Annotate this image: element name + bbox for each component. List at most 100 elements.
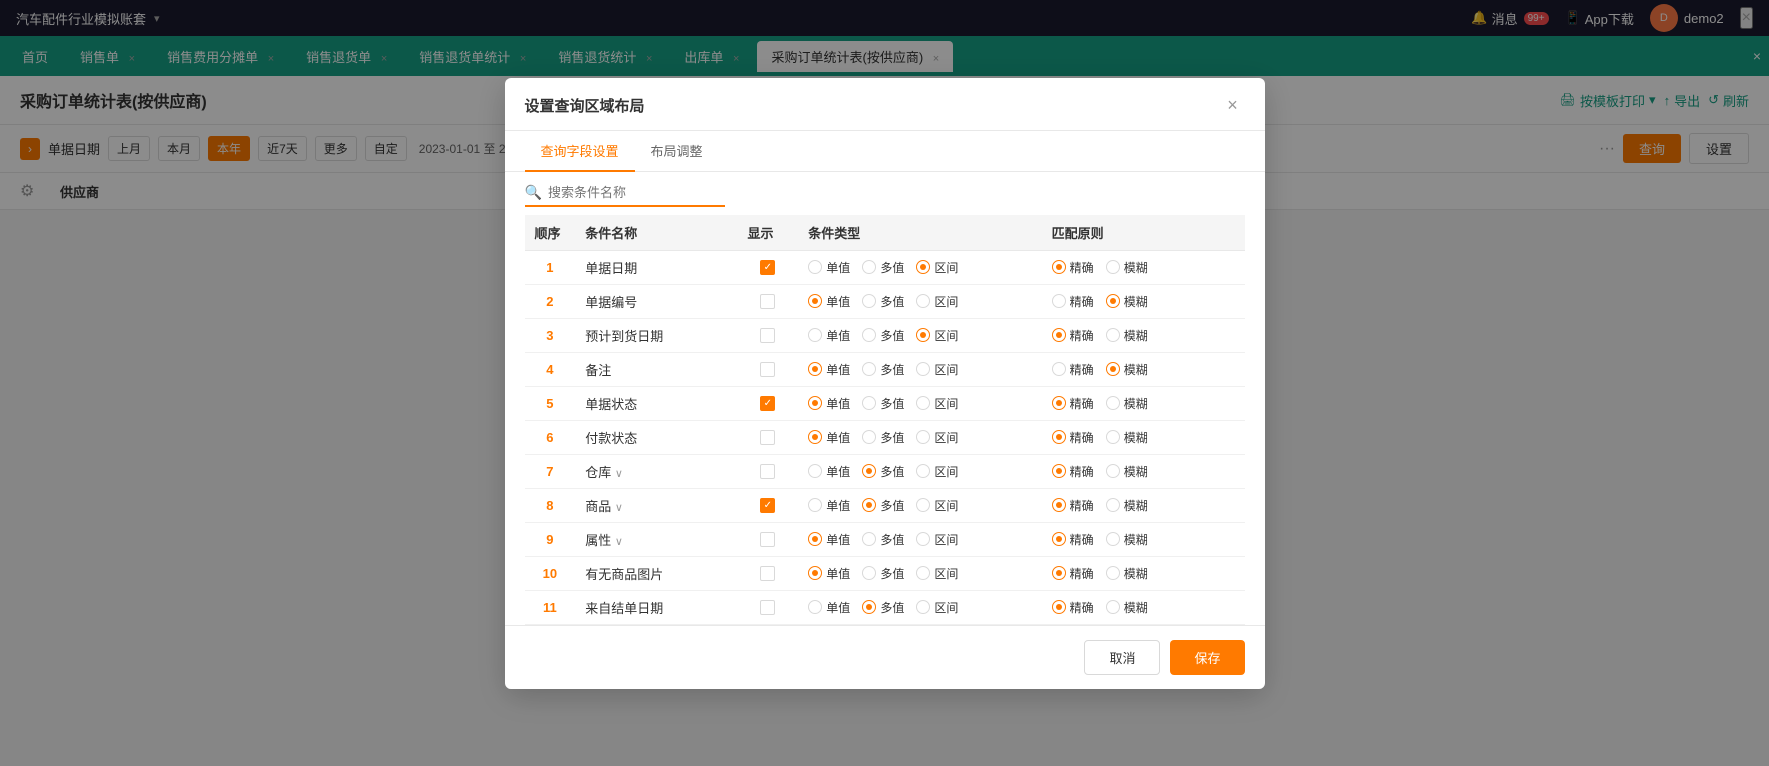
type-radio-single[interactable]: 单值 [808,259,850,276]
type-radio-range[interactable]: 区间 [916,531,958,548]
match-radio-exact[interactable]: 精确 [1052,463,1094,480]
cancel-button[interactable]: 取消 [1084,640,1160,675]
show-checkbox[interactable]: ✓ [760,498,775,513]
type-radio-range[interactable]: 区间 [916,599,958,616]
show-checkbox[interactable] [760,532,775,547]
type-radio-single[interactable]: 单值 [808,293,850,310]
show-checkbox[interactable] [760,464,775,479]
type-single-label: 单值 [826,327,850,344]
order-num: 6 [546,430,553,445]
match-radio-fuzzy[interactable]: 模糊 [1106,463,1148,480]
type-radio-multi[interactable]: 多值 [862,565,904,582]
match-radio-fuzzy[interactable]: 模糊 [1106,259,1148,276]
radio-exact-dot [1052,600,1066,614]
dialog-close-button[interactable]: × [1221,94,1245,118]
type-radio-multi[interactable]: 多值 [862,293,904,310]
match-radio-fuzzy[interactable]: 模糊 [1106,565,1148,582]
match-radio-fuzzy[interactable]: 模糊 [1106,327,1148,344]
table-header-row: 顺序 条件名称 显示 条件类型 匹配原则 [525,215,1245,251]
match-radio-fuzzy[interactable]: 模糊 [1106,599,1148,616]
type-radio-single[interactable]: 单值 [808,327,850,344]
match-radio-exact[interactable]: 精确 [1052,327,1094,344]
order-num: 7 [546,464,553,479]
radio-single-dot [808,464,822,478]
type-radio-single[interactable]: 单值 [808,599,850,616]
type-radio-single[interactable]: 单值 [808,531,850,548]
radio-single-dot [808,532,822,546]
type-radio-range[interactable]: 区间 [916,361,958,378]
th-show: 显示 [737,215,798,251]
type-radio-single[interactable]: 单值 [808,463,850,480]
type-radio-single[interactable]: 单值 [808,429,850,446]
type-multi-label: 多值 [880,497,904,514]
match-radio-exact[interactable]: 精确 [1052,497,1094,514]
type-radio-multi[interactable]: 多值 [862,429,904,446]
cell-match: 精确 模糊 [1042,250,1245,284]
dialog-tab-layout[interactable]: 布局调整 [635,131,719,172]
type-radio-range[interactable]: 区间 [916,463,958,480]
show-checkbox[interactable] [760,328,775,343]
match-radio-exact[interactable]: 精确 [1052,429,1094,446]
match-radio-fuzzy[interactable]: 模糊 [1106,429,1148,446]
match-radio-fuzzy[interactable]: 模糊 [1106,531,1148,548]
match-radio-exact[interactable]: 精确 [1052,293,1094,310]
order-num: 4 [546,362,553,377]
radio-fuzzy-dot [1106,532,1120,546]
show-checkbox[interactable] [760,600,775,615]
match-radio-exact[interactable]: 精确 [1052,259,1094,276]
cell-match: 精确 模糊 [1042,590,1245,624]
show-checkbox[interactable]: ✓ [760,396,775,411]
type-radio-single[interactable]: 单值 [808,565,850,582]
dialog-tab-query-fields[interactable]: 查询字段设置 [525,131,635,172]
cell-order: 10 [525,556,576,590]
type-radio-group: 单值 多值 区间 [808,327,1031,344]
match-radio-exact[interactable]: 精确 [1052,531,1094,548]
match-fuzzy-label: 模糊 [1124,497,1148,514]
type-range-label: 区间 [934,565,958,582]
type-radio-group: 单值 多值 区间 [808,259,1031,276]
type-radio-multi[interactable]: 多值 [862,395,904,412]
save-button[interactable]: 保存 [1170,640,1244,675]
match-radio-fuzzy[interactable]: 模糊 [1106,395,1148,412]
type-radio-single[interactable]: 单值 [808,395,850,412]
match-radio-fuzzy[interactable]: 模糊 [1106,361,1148,378]
match-radio-exact[interactable]: 精确 [1052,599,1094,616]
radio-fuzzy-dot [1106,566,1120,580]
search-input[interactable] [548,185,698,200]
type-radio-single[interactable]: 单值 [808,497,850,514]
type-radio-multi[interactable]: 多值 [862,361,904,378]
type-radio-multi[interactable]: 多值 [862,497,904,514]
type-range-label: 区间 [934,497,958,514]
match-radio-exact[interactable]: 精确 [1052,361,1094,378]
show-checkbox[interactable] [760,566,775,581]
type-radio-multi[interactable]: 多值 [862,463,904,480]
radio-exact-dot [1052,566,1066,580]
match-radio-exact[interactable]: 精确 [1052,395,1094,412]
type-multi-label: 多值 [880,599,904,616]
type-radio-multi[interactable]: 多值 [862,531,904,548]
show-checkbox[interactable]: ✓ [760,260,775,275]
show-checkbox[interactable] [760,294,775,309]
type-radio-multi[interactable]: 多值 [862,327,904,344]
show-checkbox[interactable] [760,430,775,445]
type-radio-multi[interactable]: 多值 [862,599,904,616]
match-radio-exact[interactable]: 精确 [1052,565,1094,582]
match-radio-fuzzy[interactable]: 模糊 [1106,293,1148,310]
type-radio-range[interactable]: 区间 [916,259,958,276]
type-radio-range[interactable]: 区间 [916,497,958,514]
type-radio-range[interactable]: 区间 [916,429,958,446]
type-radio-range[interactable]: 区间 [916,565,958,582]
type-radio-range[interactable]: 区间 [916,395,958,412]
type-radio-range[interactable]: 区间 [916,293,958,310]
type-radio-range[interactable]: 区间 [916,327,958,344]
type-single-label: 单值 [826,429,850,446]
type-radio-single[interactable]: 单值 [808,361,850,378]
show-checkbox[interactable] [760,362,775,377]
cell-show [737,454,798,488]
match-radio-fuzzy[interactable]: 模糊 [1106,497,1148,514]
radio-fuzzy-dot [1106,362,1120,376]
table-row: 5单据状态✓ 单值 多值 区间 精确 模糊 [525,386,1245,420]
type-radio-multi[interactable]: 多值 [862,259,904,276]
cell-name: 单据状态 [575,386,737,420]
cell-order: 2 [525,284,576,318]
